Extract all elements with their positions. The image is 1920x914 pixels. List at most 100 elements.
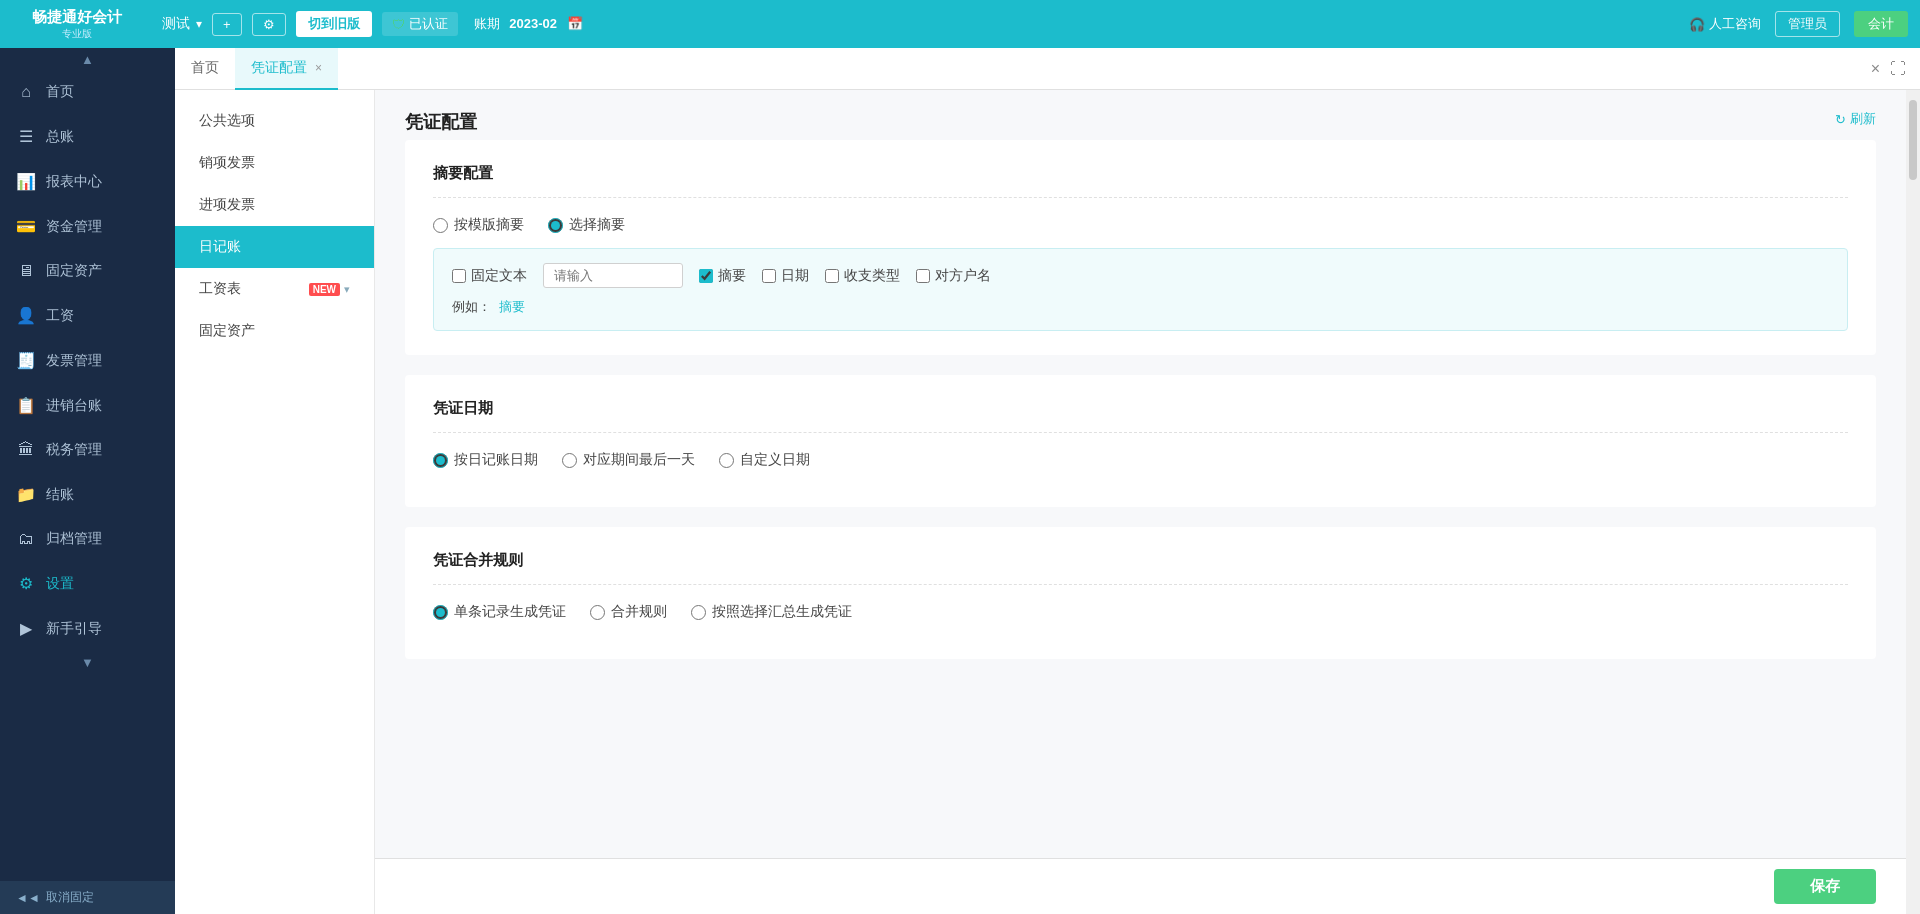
sidebar-item-home[interactable]: ⌂ 首页	[0, 70, 175, 114]
sidebar-item-settings[interactable]: ⚙ 设置	[0, 561, 175, 606]
left-nav-public[interactable]: 公共选项	[175, 100, 374, 142]
voucher-date-radio-group: 按日记账日期 对应期间最后一天 自定义日期	[433, 451, 1848, 469]
certified-badge: 🛡 已认证	[382, 12, 458, 36]
sidebar-label-settings: 设置	[46, 575, 74, 593]
checkbox-counterpart[interactable]: 对方户名	[916, 267, 991, 285]
headset-icon: 🎧	[1689, 17, 1705, 32]
chevron-down-icon: ▾	[344, 283, 350, 296]
settle-icon: 📁	[16, 485, 36, 504]
sidebar-item-wages[interactable]: 👤 工资	[0, 293, 175, 338]
voucher-date-section: 凭证日期 按日记账日期 对应期间最后一天	[405, 375, 1876, 507]
sidebar-label-settle: 结账	[46, 486, 74, 504]
logo-title: 畅捷通好会计	[32, 8, 122, 27]
checkbox-date[interactable]: 日期	[762, 267, 809, 285]
close-window-button[interactable]: ×	[1871, 60, 1880, 78]
left-nav-journal[interactable]: 日记账	[175, 226, 374, 268]
sidebar-label-assets: 固定资产	[46, 262, 102, 280]
sidebar-item-settle[interactable]: 📁 结账	[0, 472, 175, 517]
sidebar-label-ledger: 总账	[46, 128, 74, 146]
right-scrollbar[interactable]	[1906, 90, 1920, 914]
summary-config-row: 固定文本 摘要	[452, 263, 1829, 288]
user-button[interactable]: 管理员	[1775, 11, 1840, 37]
period-label: 账期 2023-02 📅	[474, 15, 583, 33]
summary-radio-group: 按模版摘要 选择摘要	[433, 216, 1848, 234]
wages-icon: 👤	[16, 306, 36, 325]
left-nav-purchase-invoice[interactable]: 进项发票	[175, 184, 374, 226]
summary-config-box: 固定文本 摘要	[433, 248, 1848, 331]
example-text: 例如： 摘要	[452, 298, 1829, 316]
sidebar-label-wages: 工资	[46, 307, 74, 325]
sidebar-label-archive: 归档管理	[46, 530, 102, 548]
tab-home[interactable]: 首页	[175, 48, 235, 90]
checkbox-payment-type[interactable]: 收支类型	[825, 267, 900, 285]
sidebar-item-sales-purchase[interactable]: 📋 进销台账	[0, 383, 175, 428]
save-button[interactable]: 保存	[1774, 869, 1876, 904]
sidebar-item-tax[interactable]: 🏛 税务管理	[0, 428, 175, 472]
radio-merge-rule[interactable]: 合并规则	[590, 603, 667, 621]
left-nav-payroll[interactable]: 工资表 NEW ▾	[175, 268, 374, 310]
cancel-fixed-button[interactable]: ◄◄ 取消固定	[0, 881, 175, 914]
bottom-bar: 保存	[375, 858, 1906, 914]
new-badge: NEW	[309, 283, 340, 296]
sidebar-label-invoice: 发票管理	[46, 352, 102, 370]
radio-summary-gen[interactable]: 按照选择汇总生成凭证	[691, 603, 852, 621]
tab-close-icon[interactable]: ×	[315, 61, 322, 75]
sidebar-item-newbie[interactable]: ▶ 新手引导	[0, 606, 175, 651]
switch-old-button[interactable]: 切到旧版	[296, 11, 372, 37]
pin-icon: ◄◄	[16, 891, 40, 905]
radio-template-summary[interactable]: 按模版摘要	[433, 216, 524, 234]
role-button[interactable]: 会计	[1854, 11, 1908, 37]
left-nav: 公共选项 销项发票 进项发票 日记账 工资表 NEW ▾ 固定资产	[175, 90, 375, 914]
refresh-icon: ↻	[1835, 112, 1846, 127]
assets-icon: 🖥	[16, 262, 36, 280]
sidebar-label-reports: 报表中心	[46, 173, 102, 191]
main-content: 凭证配置 ↻ 刷新 摘要配置	[375, 90, 1906, 858]
logo-subtitle: 专业版	[62, 27, 92, 41]
checkbox-summary[interactable]: 摘要	[699, 267, 746, 285]
settings-button[interactable]: ⚙	[252, 13, 286, 36]
add-button[interactable]: +	[212, 13, 242, 36]
dropdown-icon: ▾	[196, 17, 202, 31]
checkbox-fixed-text[interactable]: 固定文本	[452, 267, 527, 285]
refresh-button[interactable]: ↻ 刷新	[1835, 110, 1876, 128]
sidebar-scroll-down[interactable]: ▼	[0, 651, 175, 673]
project-name[interactable]: 测试 ▾	[162, 15, 202, 33]
merge-rules-title: 凭证合并规则	[433, 551, 1848, 585]
left-nav-fixed-assets[interactable]: 固定资产	[175, 310, 374, 352]
tab-voucher-config[interactable]: 凭证配置 ×	[235, 48, 338, 90]
radio-single-record[interactable]: 单条记录生成凭证	[433, 603, 566, 621]
tab-actions: × ⛶	[1871, 60, 1920, 78]
funds-icon: 💳	[16, 217, 36, 236]
calendar-icon[interactable]: 📅	[567, 16, 583, 31]
sidebar-label-sales-purchase: 进销台账	[46, 397, 102, 415]
fixed-text-input[interactable]	[543, 263, 683, 288]
sales-purchase-icon: 📋	[16, 396, 36, 415]
voucher-date-title: 凭证日期	[433, 399, 1848, 433]
sidebar-item-invoice[interactable]: 🧾 发票管理	[0, 338, 175, 383]
radio-daily-date[interactable]: 按日记账日期	[433, 451, 538, 469]
radio-period-last-date[interactable]: 对应期间最后一天	[562, 451, 695, 469]
radio-select-summary[interactable]: 选择摘要	[548, 216, 625, 234]
newbie-icon: ▶	[16, 619, 36, 638]
summary-section-title: 摘要配置	[433, 164, 1848, 198]
shield-icon: 🛡	[392, 17, 405, 32]
fullscreen-button[interactable]: ⛶	[1890, 60, 1906, 78]
sidebar-item-ledger[interactable]: ☰ 总账	[0, 114, 175, 159]
consult-button[interactable]: 🎧 人工咨询	[1689, 15, 1761, 33]
summary-config-section: 摘要配置 按模版摘要 选择摘要	[405, 140, 1876, 355]
sidebar-item-funds[interactable]: 💳 资金管理	[0, 204, 175, 249]
invoice-icon: 🧾	[16, 351, 36, 370]
sidebar-scroll-up[interactable]: ▲	[0, 48, 175, 70]
logo: 畅捷通好会计 专业版	[12, 8, 142, 41]
radio-custom-date[interactable]: 自定义日期	[719, 451, 810, 469]
scrollbar-thumb	[1909, 100, 1917, 180]
home-icon: ⌂	[16, 83, 36, 101]
left-nav-sales-invoice[interactable]: 销项发票	[175, 142, 374, 184]
sidebar-item-assets[interactable]: 🖥 固定资产	[0, 249, 175, 293]
settings-icon: ⚙	[16, 574, 36, 593]
sidebar-item-reports[interactable]: 📊 报表中心	[0, 159, 175, 204]
sidebar-label-newbie: 新手引导	[46, 620, 102, 638]
merge-rules-radio-group: 单条记录生成凭证 合并规则 按照选择汇总生成凭证	[433, 603, 1848, 621]
sidebar-item-archive[interactable]: 🗂 归档管理	[0, 517, 175, 561]
sidebar-label-tax: 税务管理	[46, 441, 102, 459]
